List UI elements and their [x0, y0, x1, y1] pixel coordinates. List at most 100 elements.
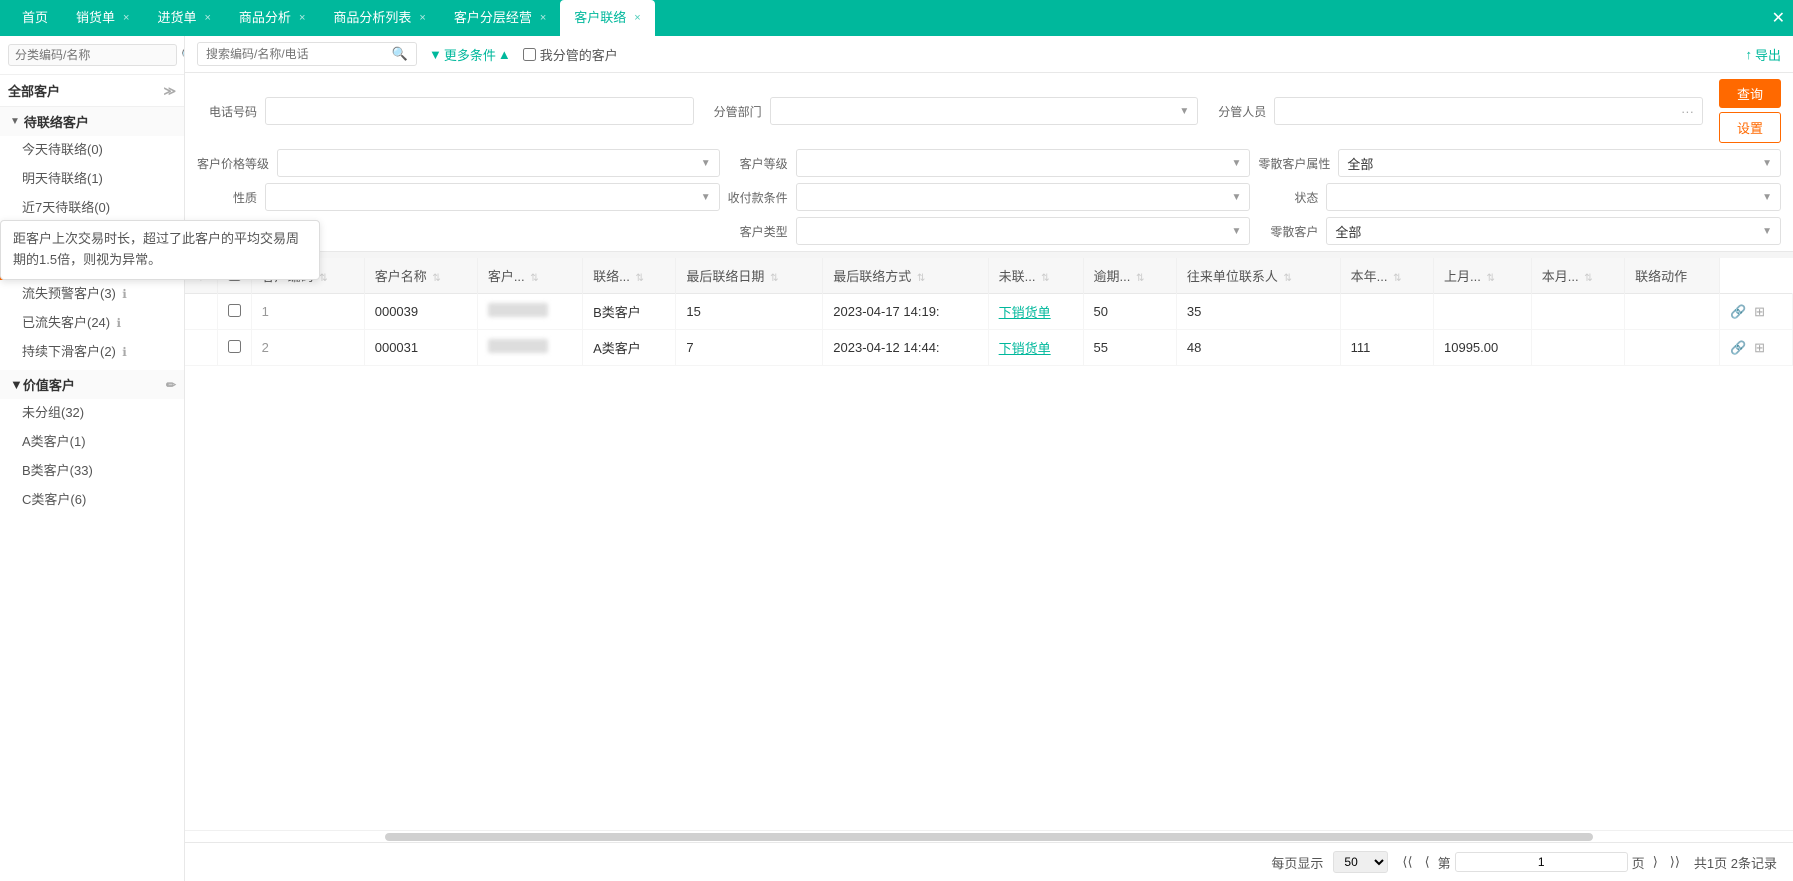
- settings-button[interactable]: 设置: [1719, 112, 1781, 143]
- nav-home[interactable]: 首页: [8, 0, 62, 36]
- sidebar-collapse-icon[interactable]: ≫: [163, 84, 176, 98]
- sort-contact-person-icon[interactable]: ⇅: [1284, 273, 1292, 284]
- window-close-button[interactable]: ✕: [1772, 8, 1785, 28]
- search-magnifier-icon[interactable]: 🔍: [392, 46, 408, 62]
- nav-purchase[interactable]: 进货单 ×: [143, 0, 224, 36]
- sidebar-item-ungroup[interactable]: 未分组(32): [0, 399, 184, 428]
- scrollbar-thumb[interactable]: [385, 833, 1593, 841]
- sort-last-date-icon[interactable]: ⇅: [770, 273, 778, 284]
- next-page-button[interactable]: ⟩: [1649, 853, 1662, 871]
- my-customer-checkbox[interactable]: [523, 48, 536, 61]
- export-button[interactable]: ↑ 导出: [1745, 45, 1781, 64]
- row1-last-date: 2023-04-17 14:19:: [823, 294, 988, 330]
- payment-select[interactable]: ▼: [796, 183, 1251, 211]
- sidebar-item-class-a[interactable]: A类客户(1): [0, 428, 184, 457]
- filter-cell-price-grade: 客户价格等级 ▼: [197, 149, 720, 177]
- first-page-button[interactable]: ⟨⟨: [1398, 853, 1416, 871]
- sidebar-item-loss-warning[interactable]: 流失预警客户(3) ℹ: [0, 280, 184, 309]
- sidebar-item-lost-customers[interactable]: 已流失客户(24) ℹ: [0, 309, 184, 338]
- close-purchase-tab[interactable]: ×: [204, 0, 210, 36]
- row1-level: B类客户: [583, 294, 676, 330]
- sort-no-contact-icon[interactable]: ⇅: [1041, 273, 1049, 284]
- dots-icon: ···: [1681, 104, 1694, 119]
- retail-attr-select[interactable]: 全部 ▼: [1338, 149, 1781, 177]
- sort-contact-icon[interactable]: ⇅: [636, 273, 644, 284]
- sort-last-month-icon[interactable]: ⇅: [1486, 273, 1494, 284]
- current-page-input[interactable]: [1455, 852, 1628, 872]
- price-grade-select[interactable]: ▼: [277, 149, 720, 177]
- tooltip-box: 距客户上次交易时长，超过了此客户的平均交易周期的1.5倍，则视为异常。: [0, 220, 185, 280]
- sort-name-icon[interactable]: ⇅: [432, 273, 440, 284]
- nav-product-analysis[interactable]: 商品分析 ×: [225, 0, 319, 36]
- edit-icon[interactable]: ✏: [166, 378, 176, 392]
- phone-input[interactable]: [265, 97, 694, 125]
- filter-row-2: 客户价格等级 ▼ 客户等级 ▼ 零散客户属性: [197, 149, 1781, 177]
- retail-customer-select[interactable]: 全部 ▼: [1326, 217, 1781, 245]
- sidebar-search-input[interactable]: [8, 44, 177, 66]
- horizontal-scrollbar[interactable]: [185, 830, 1793, 842]
- search-input[interactable]: [206, 47, 392, 61]
- sort-this-year-icon[interactable]: ⇅: [1393, 273, 1401, 284]
- sort-level-icon[interactable]: ⇅: [530, 273, 538, 284]
- page-label: 第: [1438, 853, 1451, 872]
- filter-row-4: ··· 客户类型 ▼ 零散客户 全部 ▼: [197, 217, 1781, 245]
- row2-link-icon[interactable]: 🔗: [1730, 340, 1746, 356]
- per-page-label: 每页显示: [1271, 853, 1323, 872]
- close-sales-tab[interactable]: ×: [123, 0, 129, 36]
- sidebar-item-7days[interactable]: 近7天待联络(0): [0, 194, 184, 223]
- nav-customer-layer[interactable]: 客户分层经营 ×: [440, 0, 560, 36]
- nav-product-analysis-list[interactable]: 商品分析列表 ×: [319, 0, 439, 36]
- table-header-level: 客户... ⇅: [477, 258, 582, 294]
- last-page-button[interactable]: ⟩⟩: [1666, 853, 1684, 871]
- sidebar-item-today[interactable]: 今天待联络(0): [0, 136, 184, 165]
- dept-select[interactable]: ▼: [770, 97, 1199, 125]
- sort-code-icon[interactable]: ⇅: [319, 273, 327, 284]
- per-page-select[interactable]: 50 20 100: [1333, 851, 1388, 873]
- prev-page-button[interactable]: ⟨: [1421, 853, 1434, 871]
- filter-cell-retail-attr: 零散客户属性 全部 ▼: [1258, 149, 1781, 177]
- nav-customer-contact[interactable]: 客户联络 ×: [560, 0, 654, 36]
- row1-link-icon[interactable]: 🔗: [1730, 304, 1746, 320]
- close-customer-layer-tab[interactable]: ×: [540, 0, 546, 36]
- table-row: 1 000039 B类客户 15 2023-04-17 14:19: 下销货单 …: [185, 294, 1793, 330]
- sort-last-method-icon[interactable]: ⇅: [917, 273, 925, 284]
- close-product-list-tab[interactable]: ×: [419, 0, 425, 36]
- customer-grade-select[interactable]: ▼: [796, 149, 1251, 177]
- nav-sales[interactable]: 销货单 ×: [62, 0, 143, 36]
- query-button[interactable]: 查询: [1719, 79, 1781, 108]
- status-select[interactable]: ▼: [1326, 183, 1781, 211]
- sidebar-item-class-c[interactable]: C类客户(6): [0, 486, 184, 515]
- table-header-this-year: 本年... ⇅: [1340, 258, 1433, 294]
- row2-this-year: 10995.00: [1434, 330, 1532, 366]
- sidebar-item-tomorrow[interactable]: 明天待联络(1): [0, 165, 184, 194]
- row1-grid-icon[interactable]: ⊞: [1754, 304, 1765, 320]
- row1-select-checkbox[interactable]: [228, 304, 241, 317]
- sidebar-section-pending[interactable]: ▼ 待联络客户: [0, 107, 184, 136]
- sort-overdue-icon[interactable]: ⇅: [1136, 273, 1144, 284]
- nature-select[interactable]: ▼: [265, 183, 720, 211]
- filter-cell-phone: 电话号码: [197, 97, 694, 125]
- row1-code: 000039: [364, 294, 477, 330]
- customer-type-select[interactable]: ▼: [796, 217, 1251, 245]
- export-icon: ↑: [1745, 47, 1752, 62]
- payment-dropdown-icon: ▼: [1231, 192, 1241, 203]
- search-box[interactable]: 🔍: [197, 42, 417, 66]
- row2-grid-icon[interactable]: ⊞: [1754, 340, 1765, 356]
- sidebar-all-customers-header[interactable]: 全部客户 ≫: [0, 75, 184, 107]
- manager-select[interactable]: ···: [1274, 97, 1703, 125]
- chevron-up-icon: ▲: [498, 47, 511, 62]
- sidebar-item-declining[interactable]: 持续下滑客户(2) ℹ: [0, 338, 184, 367]
- close-customer-contact-tab[interactable]: ×: [634, 0, 640, 36]
- close-product-analysis-tab[interactable]: ×: [299, 0, 305, 36]
- table-wrapper: ⚙ 客户编码 ⇅ 客户名称 ⇅: [185, 258, 1793, 830]
- sidebar-section-value[interactable]: ▼ 价值客户 ✏: [0, 370, 184, 399]
- sidebar-item-class-b[interactable]: B类客户(33): [0, 457, 184, 486]
- row1-last-method[interactable]: 下销货单: [988, 294, 1083, 330]
- more-filter-button[interactable]: ▼ 更多条件 ▲: [429, 45, 511, 64]
- sort-this-month-icon[interactable]: ⇅: [1584, 273, 1592, 284]
- row2-last-method[interactable]: 下销货单: [988, 330, 1083, 366]
- nature-dropdown-icon: ▼: [701, 192, 711, 203]
- row2-select-checkbox[interactable]: [228, 340, 241, 353]
- row2-index: 2: [251, 330, 364, 366]
- filter-icon: ▼: [429, 47, 442, 62]
